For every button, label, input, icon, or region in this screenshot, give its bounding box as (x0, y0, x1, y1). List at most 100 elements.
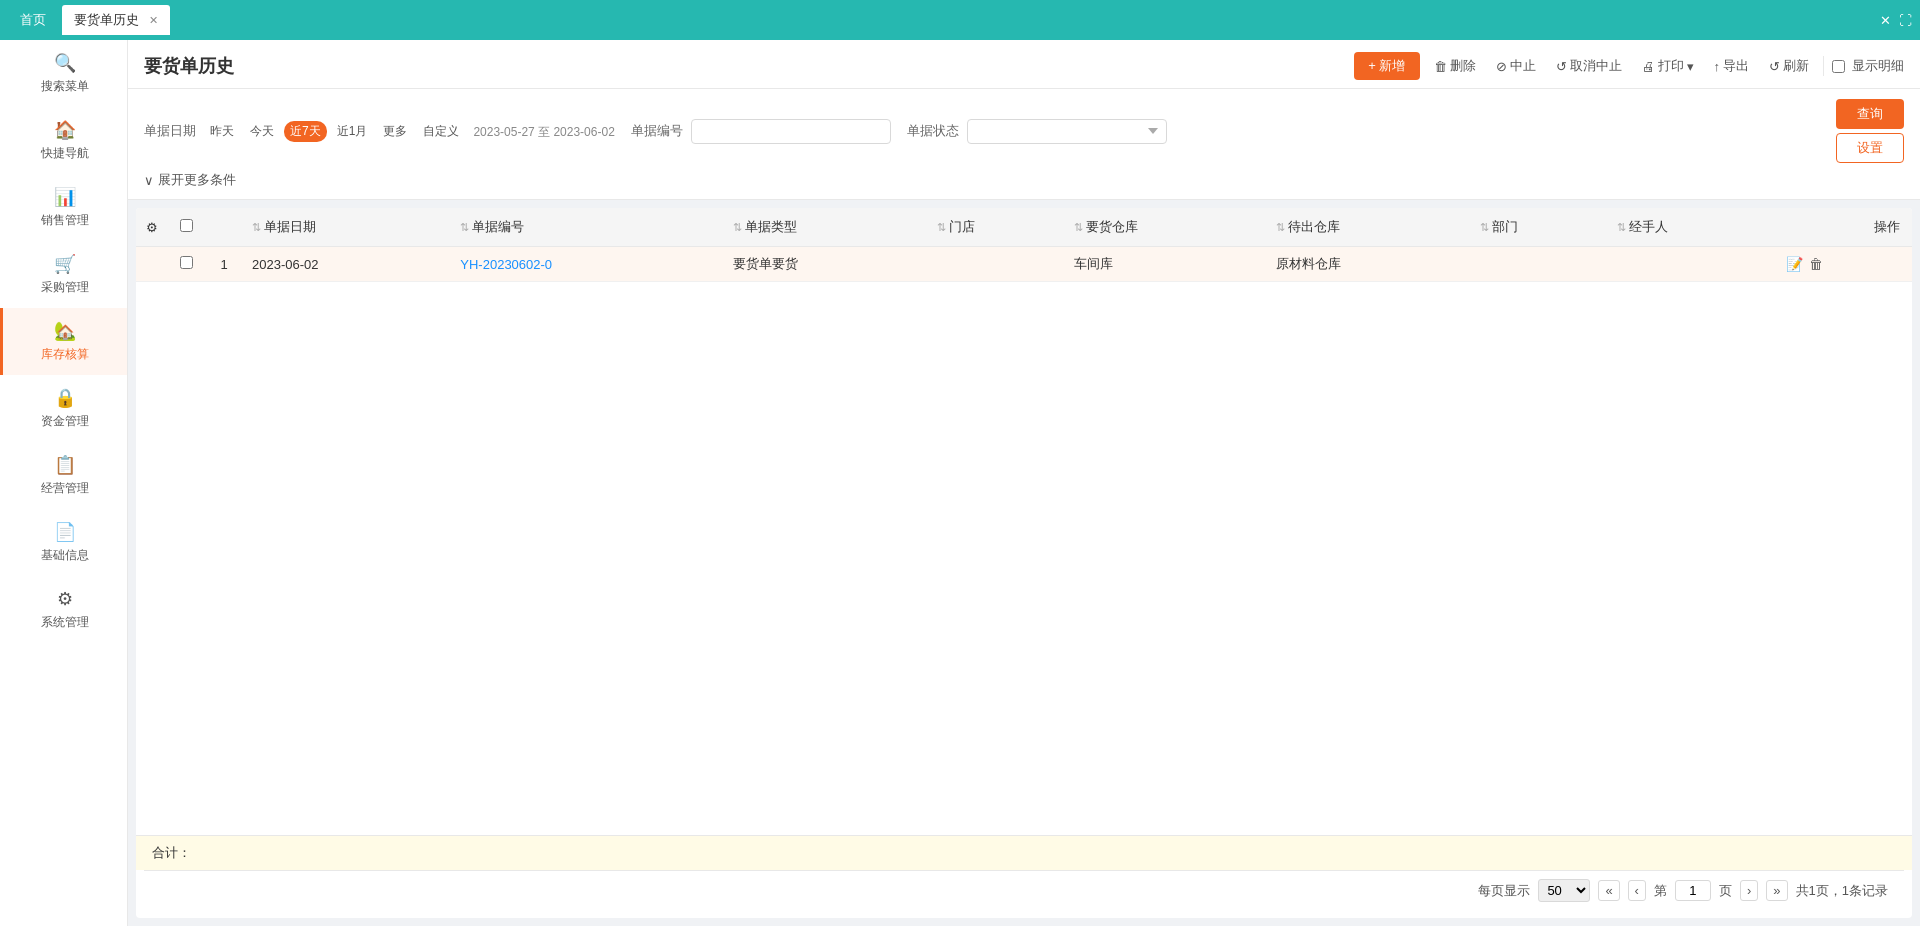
col-warehouse[interactable]: 要货仓库 (1066, 208, 1268, 247)
sidebar-item-sales-label: 销售管理 (41, 212, 89, 229)
table-header-row: ⚙ 单据日期 单据编号 单据类型 门店 要货仓库 待出仓库 部门 (136, 208, 1912, 247)
total-label: 共1页，1条记录 (1796, 882, 1888, 900)
tab-history-label: 要货单历史 (74, 12, 139, 27)
row-date: 2023-06-02 (244, 247, 452, 282)
row-order-no[interactable]: YH-20230602-0 (452, 247, 724, 282)
sidebar-item-purchase-label: 采购管理 (41, 279, 89, 296)
col-dept[interactable]: 部门 (1472, 208, 1609, 247)
row-checkbox[interactable] (180, 256, 193, 269)
tab-history[interactable]: 要货单历史 ✕ (62, 5, 170, 35)
col-order-no[interactable]: 单据编号 (452, 208, 724, 247)
sidebar-item-finance-label: 资金管理 (41, 413, 89, 430)
sidebar-item-inventory[interactable]: 🏡 库存核算 (0, 308, 127, 375)
sidebar-item-purchase[interactable]: 🛒 采购管理 (0, 241, 127, 308)
page-title: 要货单历史 (144, 54, 234, 78)
col-date[interactable]: 单据日期 (244, 208, 452, 247)
page-header: 要货单历史 + 新增 🗑 删除 ⊘ 中止 ↺ 取消中止 (128, 40, 1920, 89)
col-handler[interactable]: 经手人 (1609, 208, 1778, 247)
filter-settings-button[interactable]: 设置 (1836, 133, 1904, 163)
new-button[interactable]: + 新增 (1354, 52, 1419, 80)
col-store[interactable]: 门店 (929, 208, 1066, 247)
stop-button[interactable]: ⊘ 中止 (1490, 53, 1542, 79)
per-page-label: 每页显示 (1478, 882, 1530, 900)
toolbar: + 新增 🗑 删除 ⊘ 中止 ↺ 取消中止 🖨 打 (1354, 52, 1904, 80)
order-no-link[interactable]: YH-20230602-0 (460, 257, 552, 272)
col-num (204, 208, 244, 247)
topbar-maximize-btn[interactable]: ⛶ (1899, 13, 1912, 28)
last-page-btn[interactable]: » (1766, 880, 1787, 901)
refresh-button[interactable]: ↺ 刷新 (1763, 53, 1815, 79)
sidebar-item-quick-nav[interactable]: 🏠 快捷导航 (0, 107, 127, 174)
date-filter-group: 单据日期 昨天 今天 近7天 近1月 更多 自定义 2023-05-27 至 2… (144, 121, 615, 142)
table-wrapper: ⚙ 单据日期 单据编号 单据类型 门店 要货仓库 待出仓库 部门 (136, 208, 1912, 918)
expand-more-btn[interactable]: ∨ 展开更多条件 (144, 171, 1904, 189)
shortcut-custom[interactable]: 自定义 (417, 121, 465, 142)
export-button[interactable]: ↑ 导出 (1708, 53, 1756, 79)
display-cell-checkbox[interactable] (1832, 60, 1845, 73)
stop-label: 中止 (1510, 57, 1536, 75)
next-page-btn[interactable]: › (1740, 880, 1758, 901)
refresh-label: 刷新 (1783, 57, 1809, 75)
col-settings[interactable]: ⚙ (136, 208, 168, 247)
basic-info-icon: 📄 (54, 521, 76, 543)
quick-nav-icon: 🏠 (54, 119, 76, 141)
sidebar-item-search-menu[interactable]: 🔍 搜索菜单 (0, 40, 127, 107)
row-settings[interactable] (136, 247, 168, 282)
stop-icon: ⊘ (1496, 59, 1507, 74)
table-row: 1 2023-06-02 YH-20230602-0 要货单要货 车间库 原材料… (136, 247, 1912, 282)
row-warehouse: 车间库 (1066, 247, 1268, 282)
status-select[interactable] (967, 119, 1167, 144)
display-cell-toggle[interactable]: 显示明细 (1832, 57, 1904, 75)
page-label: 页 (1719, 882, 1732, 900)
sales-icon: 📊 (54, 186, 76, 208)
per-page-select[interactable]: 50 10 20 100 (1538, 879, 1590, 902)
shortcut-today[interactable]: 今天 (244, 121, 280, 142)
delete-icon: 🗑 (1434, 59, 1447, 74)
col-pending-wh[interactable]: 待出仓库 (1268, 208, 1473, 247)
sidebar-item-system-label: 系统管理 (41, 614, 89, 631)
shortcut-yesterday[interactable]: 昨天 (204, 121, 240, 142)
expand-more-label: 展开更多条件 (158, 171, 236, 189)
row-delete-icon[interactable]: 🗑 (1809, 256, 1823, 272)
row-edit-icon[interactable]: 📝 (1786, 256, 1803, 272)
sidebar-item-finance[interactable]: 🔒 资金管理 (0, 375, 127, 442)
sidebar-item-inventory-label: 库存核算 (41, 346, 89, 363)
table-scroll[interactable]: ⚙ 单据日期 单据编号 单据类型 门店 要货仓库 待出仓库 部门 (136, 208, 1912, 835)
cancel-stop-button[interactable]: ↺ 取消中止 (1550, 53, 1628, 79)
page-input[interactable] (1675, 880, 1711, 901)
row-checkbox-cell (168, 247, 204, 282)
tab-home[interactable]: 首页 (8, 5, 58, 35)
sidebar-item-basic-info[interactable]: 📄 基础信息 (0, 509, 127, 576)
first-page-btn[interactable]: « (1598, 880, 1619, 901)
print-label: 打印 (1658, 57, 1684, 75)
tab-history-close-icon[interactable]: ✕ (149, 14, 158, 26)
col-type[interactable]: 单据类型 (725, 208, 930, 247)
date-shortcuts: 昨天 今天 近7天 近1月 更多 自定义 (204, 121, 465, 142)
top-bar: 首页 要货单历史 ✕ ✕ ⛶ (0, 0, 1920, 40)
cancel-stop-label: 取消中止 (1570, 57, 1622, 75)
shortcut-more[interactable]: 更多 (377, 121, 413, 142)
date-filter-label: 单据日期 (144, 122, 196, 140)
sidebar-item-sales[interactable]: 📊 销售管理 (0, 174, 127, 241)
expand-more-icon: ∨ (144, 173, 154, 188)
query-btn-group: 查询 设置 (1836, 99, 1904, 163)
order-no-input[interactable] (691, 119, 891, 144)
prev-page-btn[interactable]: ‹ (1628, 880, 1646, 901)
sidebar-item-operation[interactable]: 📋 经营管理 (0, 442, 127, 509)
inventory-icon: 🏡 (54, 320, 76, 342)
delete-button[interactable]: 🗑 删除 (1428, 53, 1482, 79)
system-icon: ⚙ (57, 588, 73, 610)
sidebar-item-system[interactable]: ⚙ 系统管理 (0, 576, 127, 643)
print-icon: 🖨 (1642, 59, 1655, 74)
print-button[interactable]: 🖨 打印 ▾ (1636, 53, 1700, 79)
row-type: 要货单要货 (725, 247, 930, 282)
pagination-bar: 每页显示 50 10 20 100 « ‹ 第 页 › » 共1页，1条记录 (144, 870, 1904, 910)
shortcut-week7[interactable]: 近7天 (284, 121, 327, 142)
select-all-checkbox[interactable] (180, 219, 193, 232)
export-label: 导出 (1723, 57, 1749, 75)
query-button[interactable]: 查询 (1836, 99, 1904, 129)
topbar-right: ✕ ⛶ (1880, 13, 1912, 28)
topbar-close-btn[interactable]: ✕ (1880, 13, 1891, 28)
delete-label: 删除 (1450, 57, 1476, 75)
shortcut-month1[interactable]: 近1月 (331, 121, 374, 142)
